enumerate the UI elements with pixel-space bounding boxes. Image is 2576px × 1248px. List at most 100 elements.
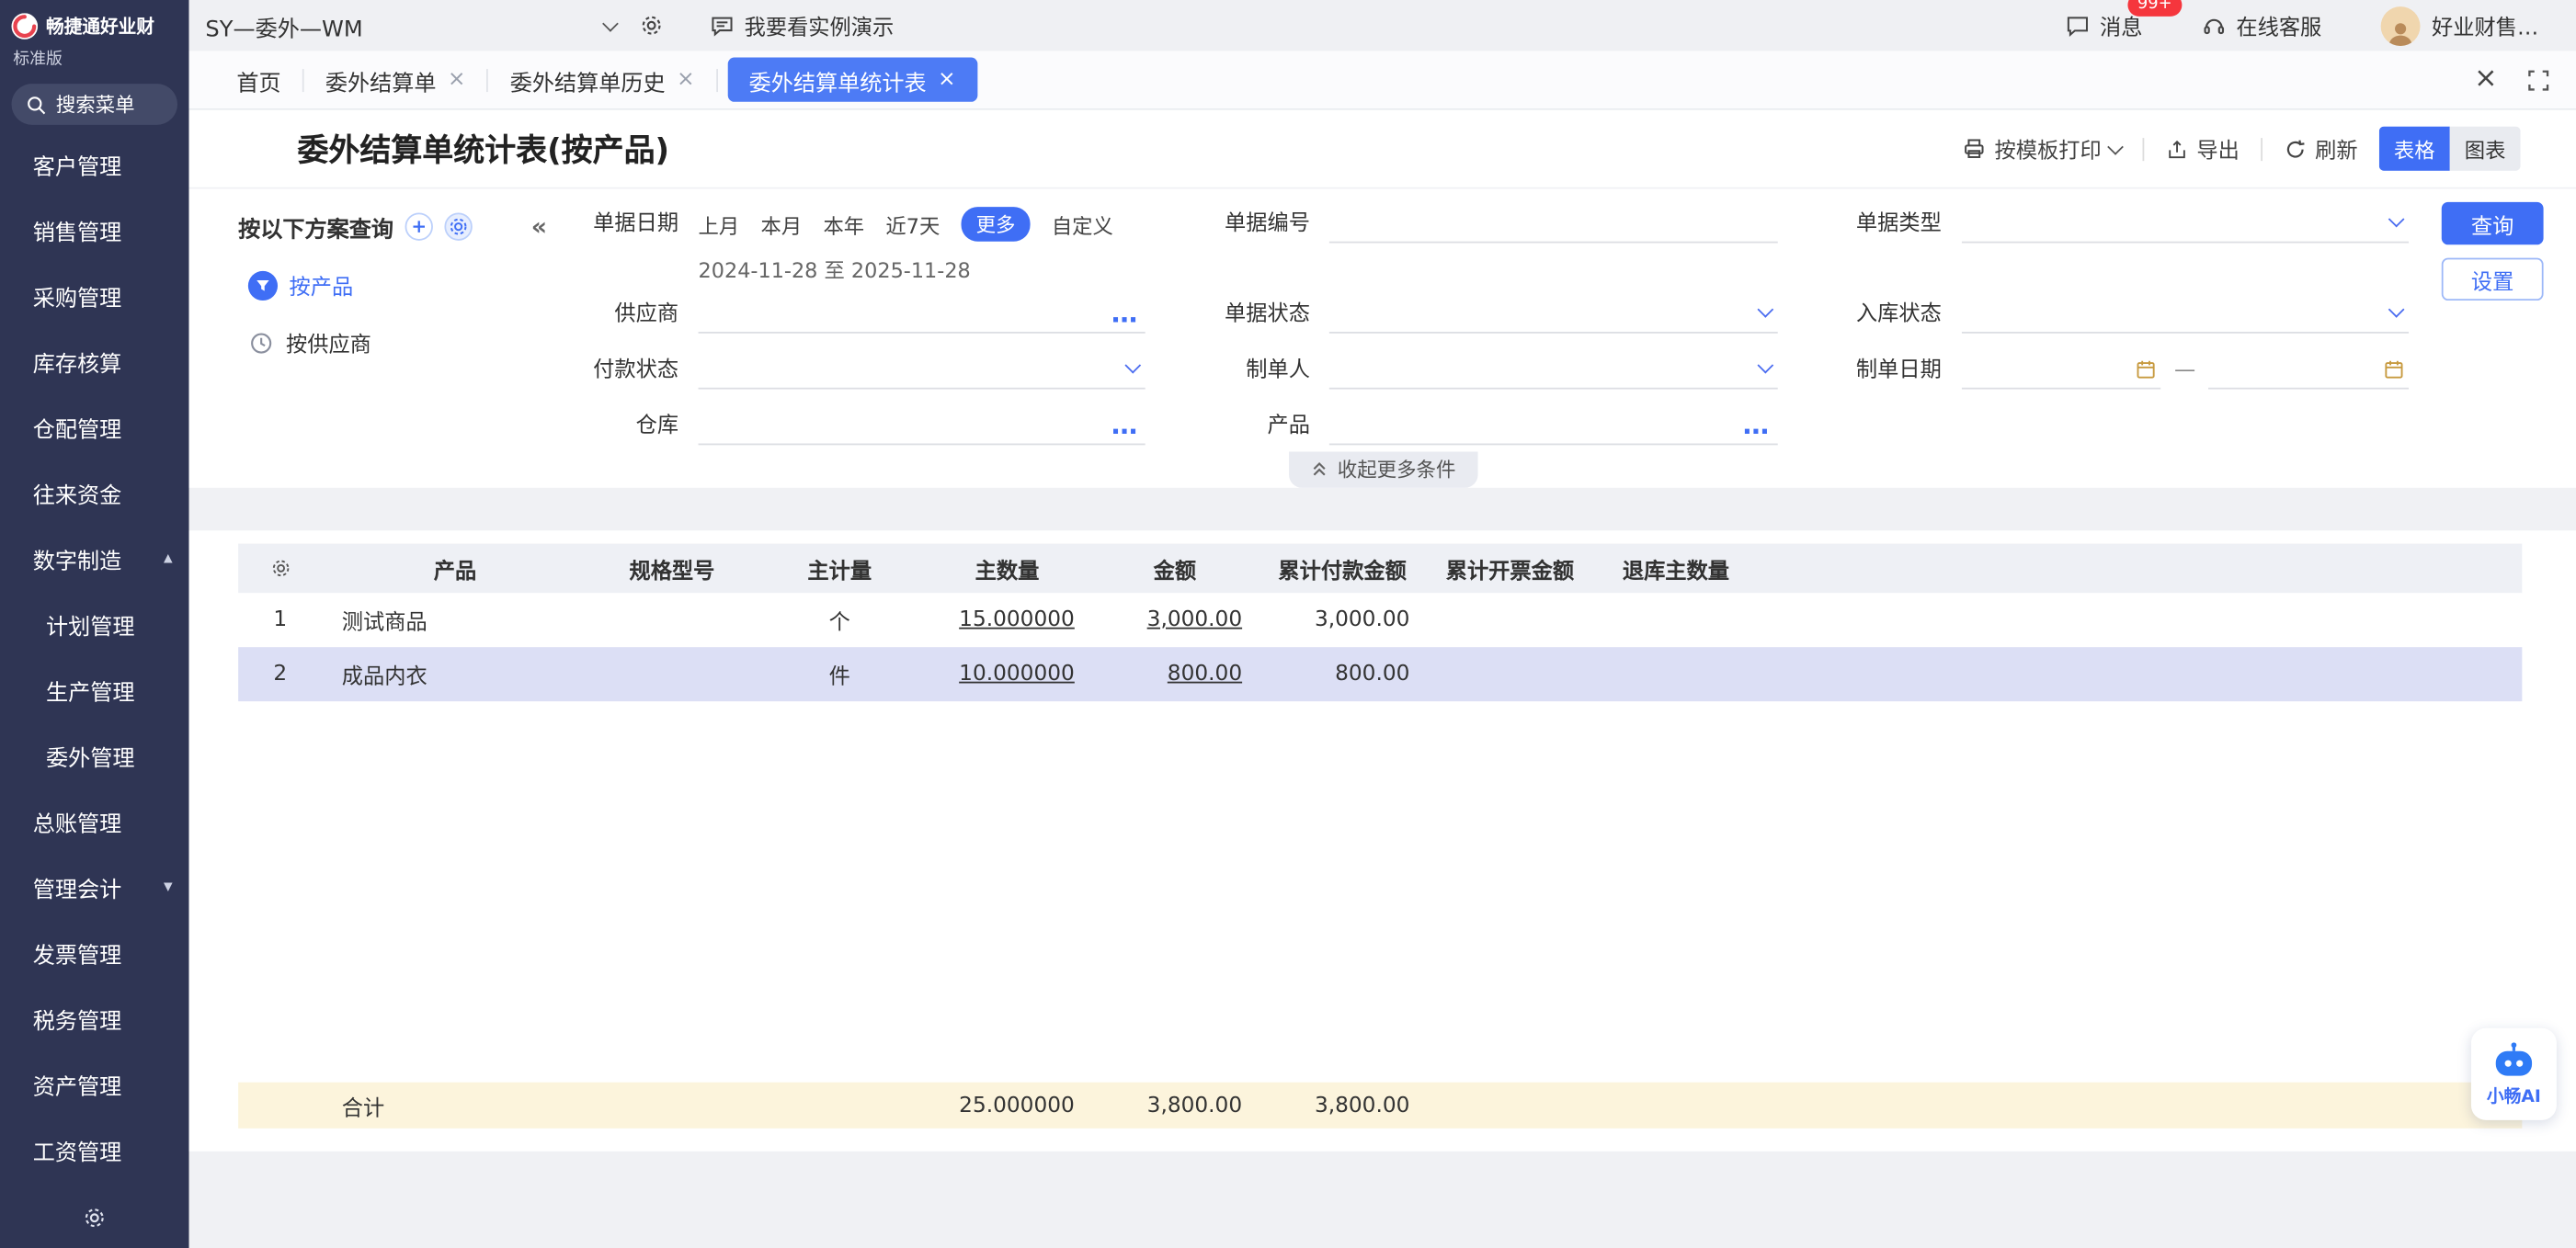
- table-header-row: 产品 规格型号 主计量 主数量 金额 累计付款金额 累计开票金额 退库主数量: [238, 543, 2523, 594]
- online-service-button[interactable]: 在线客服: [2202, 10, 2321, 41]
- menu-search-input[interactable]: 搜索菜单: [11, 84, 178, 125]
- settings-button[interactable]: 设置: [2441, 257, 2544, 301]
- col-header-product[interactable]: 产品: [322, 552, 588, 584]
- column-settings-button[interactable]: [238, 556, 322, 581]
- demo-link[interactable]: 我要看实例演示: [710, 10, 894, 41]
- scheme-by-product[interactable]: 按产品: [247, 269, 547, 301]
- sidebar-item-digital-manufacturing[interactable]: 数字制造 ▲: [0, 526, 189, 591]
- refresh-button[interactable]: 刷新: [2284, 133, 2358, 165]
- chart-view-button[interactable]: 图表: [2449, 126, 2521, 171]
- col-header-spec[interactable]: 规格型号: [588, 552, 756, 584]
- fullscreen-icon[interactable]: [2527, 68, 2550, 91]
- tab-settlement[interactable]: 委外结算单 ×: [304, 51, 487, 109]
- chevron-down-icon: [1756, 357, 1773, 374]
- menu-label: 库存核算: [32, 351, 122, 379]
- sidebar-item-outsourcing[interactable]: 委外管理: [0, 722, 189, 788]
- tab-label: 委外结算单: [325, 69, 437, 96]
- cell-qty-link[interactable]: 15.000000: [923, 607, 1090, 632]
- close-icon[interactable]: ×: [677, 67, 694, 92]
- sidebar-item-general-ledger[interactable]: 总账管理: [0, 789, 189, 854]
- scheme-header: 按以下方案查询 «: [238, 205, 547, 244]
- col-header-qty[interactable]: 主数量: [923, 552, 1090, 584]
- product-picker[interactable]: …: [1329, 407, 1778, 446]
- create-date-to-input[interactable]: [2208, 351, 2410, 390]
- avatar: [2380, 6, 2421, 46]
- tab-settlement-history[interactable]: 委外结算单历史 ×: [489, 51, 716, 109]
- table-row[interactable]: 1 测试商品 个 15.000000 3,000.00 3,000.00: [238, 593, 2522, 647]
- tab-home[interactable]: 首页: [215, 51, 302, 109]
- doc-no-input[interactable]: [1329, 205, 1778, 244]
- gear-icon: [85, 1208, 104, 1227]
- page-toolbar: 按模板打印 导出 刷新 表格 图表: [1962, 126, 2521, 171]
- print-by-template-button[interactable]: 按模板打印: [1962, 133, 2124, 165]
- doc-status-select[interactable]: [1329, 296, 1778, 334]
- sidebar-item-warehouse-distribution[interactable]: 仓配管理: [0, 394, 189, 459]
- sidebar-item-invoice[interactable]: 发票管理: [0, 920, 189, 985]
- sidebar-settings-button[interactable]: [0, 1186, 189, 1248]
- warehouse-picker[interactable]: …: [698, 407, 1146, 446]
- quick-this-year[interactable]: 本年: [823, 209, 864, 240]
- cell-amount-link[interactable]: 3,000.00: [1091, 607, 1259, 632]
- sidebar-item-management-accounting[interactable]: 管理会计 ▼: [0, 854, 189, 919]
- scheme-settings-button[interactable]: [443, 212, 473, 242]
- quick-this-month[interactable]: 本月: [761, 209, 803, 240]
- close-all-icon[interactable]: ×: [2474, 65, 2497, 93]
- creator-select[interactable]: [1329, 351, 1778, 390]
- table-view-button[interactable]: 表格: [2378, 126, 2450, 171]
- sidebar-item-inventory-accounting[interactable]: 库存核算: [0, 328, 189, 393]
- col-header-returned[interactable]: 退库主数量: [1594, 552, 1759, 584]
- quick-custom[interactable]: 自定义: [1052, 209, 1113, 240]
- quick-last-7-days[interactable]: 近7天: [885, 209, 940, 240]
- cell-unit: 个: [828, 610, 850, 636]
- quick-more[interactable]: 更多: [961, 207, 1031, 242]
- quick-last-month[interactable]: 上月: [699, 209, 740, 240]
- col-header-paid[interactable]: 累计付款金额: [1259, 552, 1426, 584]
- messages-button[interactable]: 消息 99+: [2065, 0, 2183, 41]
- inbound-status-select[interactable]: [1961, 296, 2410, 334]
- tab-settlement-statistics[interactable]: 委外结算单统计表 ×: [727, 57, 977, 102]
- close-icon[interactable]: ×: [938, 67, 955, 92]
- cell-qty-link[interactable]: 10.000000: [923, 662, 1090, 686]
- sidebar-item-sales[interactable]: 销售管理: [0, 197, 189, 262]
- tab-label: 首页: [236, 69, 281, 96]
- supplier-picker[interactable]: …: [698, 296, 1146, 334]
- payment-status-select[interactable]: [698, 351, 1146, 390]
- app-root: 畅捷通好业财 标准版 搜索菜单 客户管理 销售管理 采购管理 库存核算 仓配管理…: [0, 0, 2576, 1248]
- scheme-by-supplier[interactable]: 按供应商: [248, 327, 547, 358]
- export-label: 导出: [2196, 139, 2240, 165]
- export-button[interactable]: 导出: [2165, 133, 2240, 165]
- cell-product: 成品内衣: [341, 664, 427, 690]
- speech-bubble-icon: [712, 17, 733, 37]
- ai-assistant-button[interactable]: 小畅AI: [2470, 1027, 2557, 1120]
- sidebar-item-asset[interactable]: 资产管理: [0, 1051, 189, 1117]
- close-icon[interactable]: ×: [448, 67, 465, 92]
- sidebar-item-purchase[interactable]: 采购管理: [0, 263, 189, 328]
- user-menu[interactable]: 好业财售前...: [2380, 6, 2553, 46]
- org-selector-value: SY—委外—WM: [205, 15, 363, 42]
- sidebar-item-production[interactable]: 生产管理: [0, 657, 189, 722]
- query-button[interactable]: 查询: [2441, 201, 2544, 245]
- topbar-settings-button[interactable]: [639, 13, 664, 38]
- col-header-unit[interactable]: 主计量: [756, 552, 923, 584]
- col-header-invoiced[interactable]: 累计开票金额: [1426, 552, 1593, 584]
- cell-product: 测试商品: [341, 610, 427, 636]
- collapse-more-conditions[interactable]: 收起更多条件: [1288, 451, 1477, 488]
- doc-type-select[interactable]: [1961, 205, 2410, 244]
- table-row[interactable]: 2 成品内衣 件 10.000000 800.00 800.00: [238, 647, 2523, 702]
- create-date-from-input[interactable]: [1961, 351, 2161, 390]
- collapse-panel-icon[interactable]: «: [531, 212, 547, 242]
- sidebar-item-customer[interactable]: 客户管理: [0, 131, 189, 197]
- cell-amount-link[interactable]: 800.00: [1091, 662, 1259, 686]
- add-scheme-button[interactable]: [404, 212, 433, 242]
- brand-icon: [11, 13, 39, 40]
- sidebar-item-funds[interactable]: 往来资金: [0, 459, 189, 525]
- print-label: 按模板打印: [1994, 139, 2102, 165]
- col-header-amount[interactable]: 金额: [1091, 552, 1259, 584]
- sidebar-item-payroll[interactable]: 工资管理: [0, 1117, 189, 1182]
- filter-label: 入库状态: [1855, 301, 1942, 327]
- query-actions: 查询 设置: [2441, 201, 2544, 301]
- sidebar-item-plan[interactable]: 计划管理: [0, 591, 189, 656]
- sidebar-item-tax[interactable]: 税务管理: [0, 985, 189, 1050]
- tab-label: 委外结算单统计表: [748, 69, 927, 96]
- org-selector[interactable]: SY—委外—WM: [205, 9, 619, 42]
